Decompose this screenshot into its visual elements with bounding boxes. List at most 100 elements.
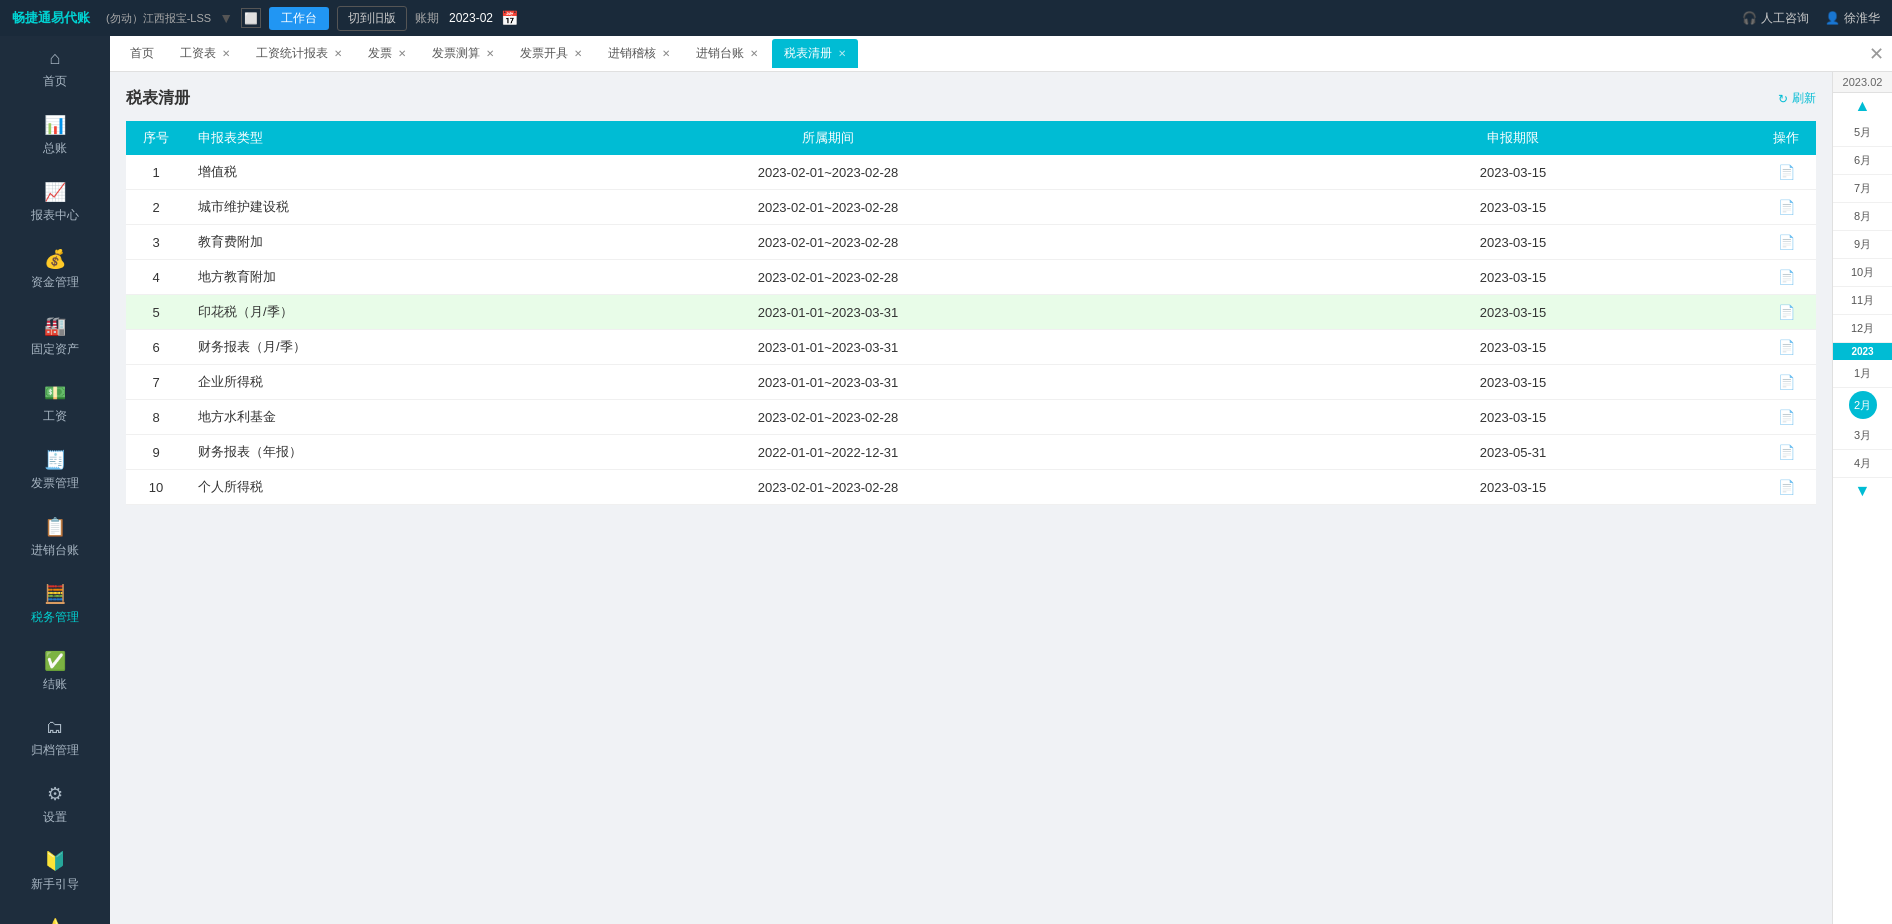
tab-purchase-ledger[interactable]: 进销台账 ✕ xyxy=(684,39,770,68)
action-icon-2[interactable]: 📄 xyxy=(1778,234,1795,250)
tab-bar: 首页 工资表 ✕ 工资统计报表 ✕ 发票 ✕ 发票测算 ✕ 发票开具 ✕ xyxy=(110,36,1892,72)
refresh-button[interactable]: ↻ 刷新 xyxy=(1778,90,1816,107)
action-icon-3[interactable]: 📄 xyxy=(1778,269,1795,285)
tab-invoice-calc-label: 发票测算 xyxy=(432,45,480,62)
sidebar-item-invoice[interactable]: 🧾 发票管理 xyxy=(0,437,110,504)
cell-deadline-7: 2023-03-15 xyxy=(1270,400,1756,435)
tab-invoice-open[interactable]: 发票开具 ✕ xyxy=(508,39,594,68)
cell-deadline-6: 2023-03-15 xyxy=(1270,365,1756,400)
month-11[interactable]: 11月 xyxy=(1833,287,1892,315)
cell-seq-4: 5 xyxy=(126,295,186,330)
period-value: 2023-02 xyxy=(449,11,493,25)
salary-icon: 💵 xyxy=(44,382,66,404)
month-12[interactable]: 12月 xyxy=(1833,315,1892,343)
cell-action-6[interactable]: 📄 xyxy=(1756,365,1816,400)
action-icon-8[interactable]: 📄 xyxy=(1778,444,1795,460)
cell-action-5[interactable]: 📄 xyxy=(1756,330,1816,365)
action-icon-5[interactable]: 📄 xyxy=(1778,339,1795,355)
tab-invoice[interactable]: 发票 ✕ xyxy=(356,39,418,68)
sidebar-item-ledger[interactable]: 📊 总账 xyxy=(0,102,110,169)
tab-salary-report[interactable]: 工资统计报表 ✕ xyxy=(244,39,354,68)
cell-action-3[interactable]: 📄 xyxy=(1756,260,1816,295)
invoice-icon: 🧾 xyxy=(44,449,66,471)
tab-salary-report-close[interactable]: ✕ xyxy=(334,48,342,59)
month-10[interactable]: 10月 xyxy=(1833,259,1892,287)
sidebar-item-home[interactable]: ⌂ 首页 xyxy=(0,36,110,102)
sidebar-item-report[interactable]: 📈 报表中心 xyxy=(0,169,110,236)
sidebar-item-salary[interactable]: 💵 工资 xyxy=(0,370,110,437)
cell-action-7[interactable]: 📄 xyxy=(1756,400,1816,435)
sidebar-item-purchase[interactable]: 📋 进销台账 xyxy=(0,504,110,571)
month-2023-1[interactable]: 1月 xyxy=(1833,360,1892,388)
tab-salary-table-close[interactable]: ✕ xyxy=(222,48,230,59)
cell-period-2: 2023-02-01~2023-02-28 xyxy=(386,225,1270,260)
top-bar: 畅捷通易代账 (勿动）江西报宝-LSS ▼ ⬜ 工作台 切到旧版 账期 2023… xyxy=(0,0,1892,36)
cell-action-0[interactable]: 📄 xyxy=(1756,155,1816,190)
ai-consult-button[interactable]: 🎧 人工咨询 xyxy=(1742,10,1809,27)
cell-deadline-0: 2023-03-15 xyxy=(1270,155,1756,190)
sidebar-item-fixed-asset[interactable]: 🏭 固定资产 xyxy=(0,303,110,370)
avatar-icon: 👤 xyxy=(1825,11,1840,25)
cell-seq-6: 7 xyxy=(126,365,186,400)
tab-purchase-check[interactable]: 进销稽核 ✕ xyxy=(596,39,682,68)
action-icon-1[interactable]: 📄 xyxy=(1778,199,1795,215)
month-6[interactable]: 6月 xyxy=(1833,147,1892,175)
cell-action-9[interactable]: 📄 xyxy=(1756,470,1816,505)
tab-salary-table[interactable]: 工资表 ✕ xyxy=(168,39,242,68)
scroll-up-button[interactable]: ▲ xyxy=(1833,93,1892,119)
dropdown-icon[interactable]: ▼ xyxy=(219,10,233,26)
month-7[interactable]: 7月 xyxy=(1833,175,1892,203)
action-icon-6[interactable]: 📄 xyxy=(1778,374,1795,390)
calendar-icon[interactable]: 📅 xyxy=(501,10,518,26)
action-icon-7[interactable]: 📄 xyxy=(1778,409,1795,425)
tab-invoice-label: 发票 xyxy=(368,45,392,62)
cell-action-1[interactable]: 📄 xyxy=(1756,190,1816,225)
action-icon-9[interactable]: 📄 xyxy=(1778,479,1795,495)
fixed-asset-icon: 🏭 xyxy=(44,315,66,337)
tab-invoice-open-close[interactable]: ✕ xyxy=(574,48,582,59)
tab-home-label: 首页 xyxy=(130,45,154,62)
sidebar-label-guide: 新手引导 xyxy=(31,876,79,893)
cell-action-2[interactable]: 📄 xyxy=(1756,225,1816,260)
tab-tax-list-close[interactable]: ✕ xyxy=(838,48,846,59)
cell-action-4[interactable]: 📄 xyxy=(1756,295,1816,330)
tab-tax-list[interactable]: 税表清册 ✕ xyxy=(772,39,858,68)
scroll-down-button[interactable]: ▼ xyxy=(1833,478,1892,504)
sidebar-item-settlement[interactable]: ✅ 结账 xyxy=(0,638,110,705)
month-8[interactable]: 8月 xyxy=(1833,203,1892,231)
switch-old-button[interactable]: 切到旧版 xyxy=(337,6,407,31)
tab-invoice-close[interactable]: ✕ xyxy=(398,48,406,59)
action-icon-4[interactable]: 📄 xyxy=(1778,304,1795,320)
month-9[interactable]: 9月 xyxy=(1833,231,1892,259)
copy-icon[interactable]: ⬜ xyxy=(241,8,261,28)
sidebar-item-archive[interactable]: 🗂 归档管理 xyxy=(0,705,110,771)
tab-invoice-calc-close[interactable]: ✕ xyxy=(486,48,494,59)
workstation-button[interactable]: 工作台 xyxy=(269,7,329,30)
tab-purchase-check-close[interactable]: ✕ xyxy=(662,48,670,59)
sidebar-label-report: 报表中心 xyxy=(31,207,79,224)
guide-icon: 🔰 xyxy=(44,850,66,872)
cell-deadline-1: 2023-03-15 xyxy=(1270,190,1756,225)
user-menu-button[interactable]: 👤 徐淮华 xyxy=(1825,10,1880,27)
month-2023-3[interactable]: 3月 xyxy=(1833,422,1892,450)
sidebar-item-fund[interactable]: 💰 资金管理 xyxy=(0,236,110,303)
tab-purchase-ledger-close[interactable]: ✕ xyxy=(750,48,758,59)
sidebar-item-guide[interactable]: 🔰 新手引导 xyxy=(0,838,110,905)
sidebar-item-tax[interactable]: 🧮 税务管理 xyxy=(0,571,110,638)
cell-period-3: 2023-02-01~2023-02-28 xyxy=(386,260,1270,295)
month-2023-2-active[interactable]: 2月 xyxy=(1849,391,1877,419)
cell-action-8[interactable]: 📄 xyxy=(1756,435,1816,470)
sidebar-item-member[interactable]: ⭐ 畅会员 xyxy=(0,905,110,924)
action-icon-0[interactable]: 📄 xyxy=(1778,164,1795,180)
tab-home[interactable]: 首页 xyxy=(118,39,166,68)
sidebar-label-archive: 归档管理 xyxy=(31,742,79,759)
sidebar-label-settings: 设置 xyxy=(43,809,67,826)
headset-icon: 🎧 xyxy=(1742,11,1757,25)
month-2023-4[interactable]: 4月 xyxy=(1833,450,1892,478)
sidebar-label-tax: 税务管理 xyxy=(31,609,79,626)
tab-invoice-calc[interactable]: 发票测算 ✕ xyxy=(420,39,506,68)
col-period: 所属期间 xyxy=(386,121,1270,155)
sidebar-item-settings[interactable]: ⚙ 设置 xyxy=(0,771,110,838)
month-5[interactable]: 5月 xyxy=(1833,119,1892,147)
close-all-button[interactable]: ✕ xyxy=(1869,43,1884,65)
